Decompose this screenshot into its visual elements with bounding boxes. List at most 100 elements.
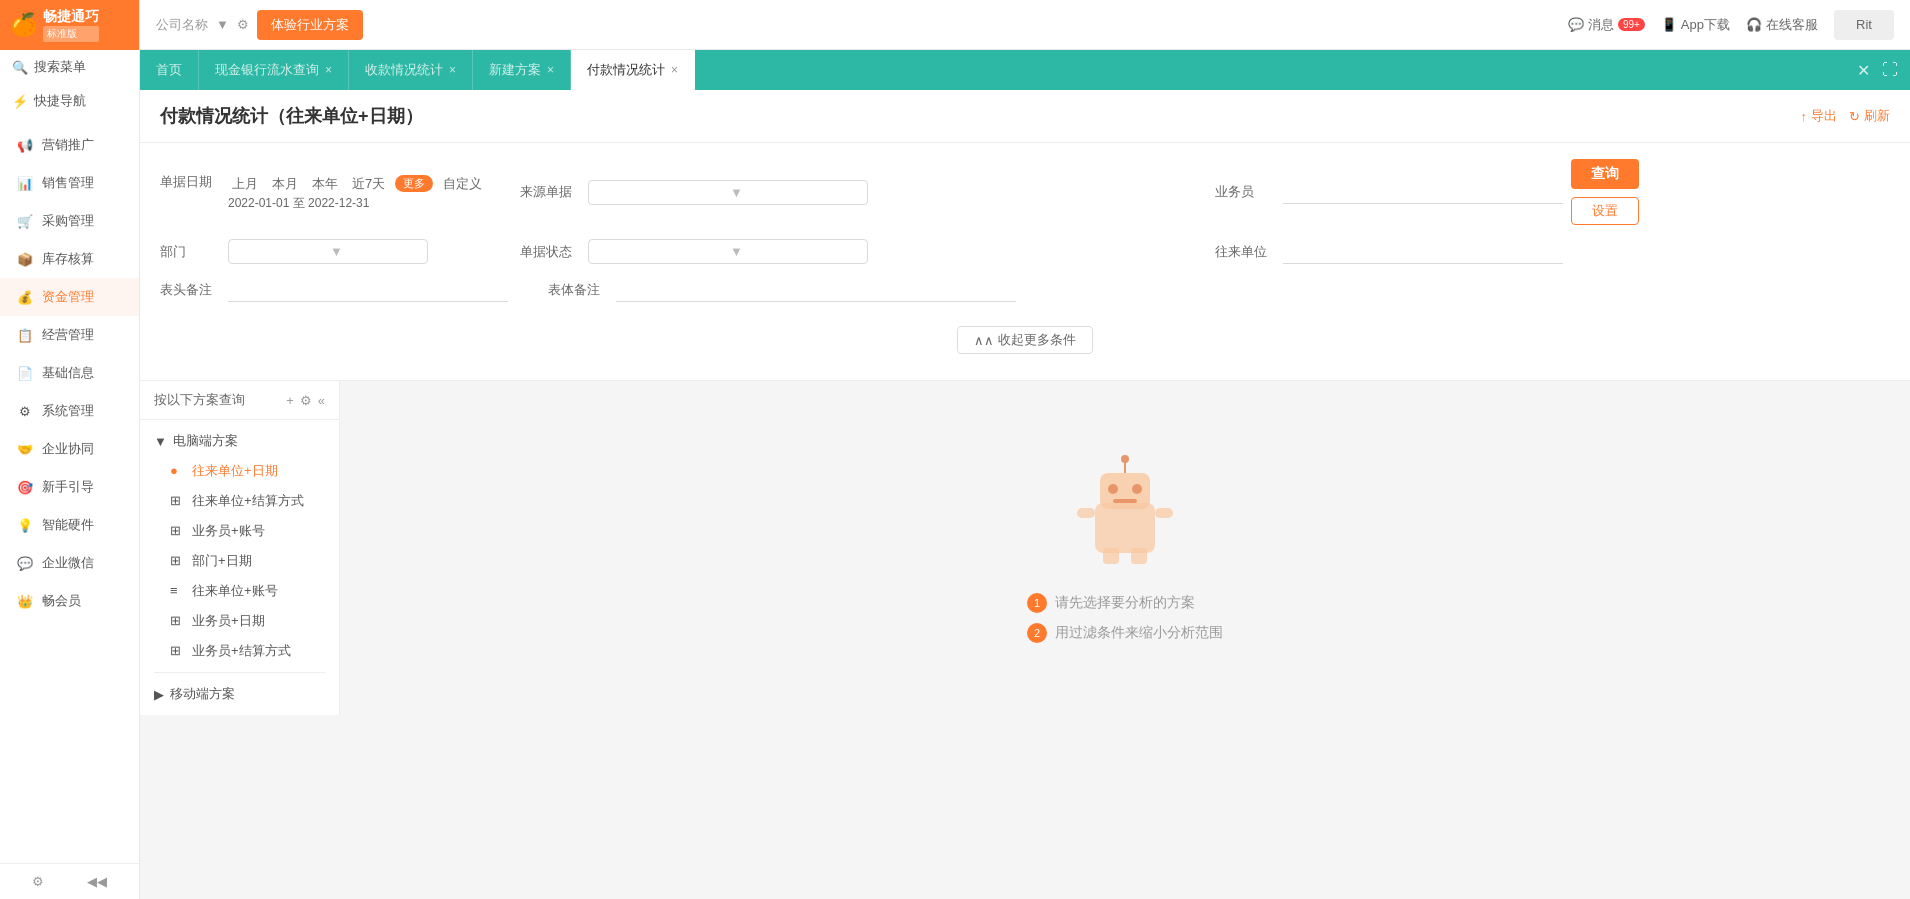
tab-receipt-close[interactable]: × xyxy=(449,63,456,77)
collapse-sidebar-icon[interactable]: ◀◀ xyxy=(87,874,107,889)
svg-point-3 xyxy=(1132,484,1142,494)
svg-rect-7 xyxy=(1103,548,1119,564)
app-download-label: App下载 xyxy=(1681,16,1730,34)
online-service-btn[interactable]: 🎧 在线客服 xyxy=(1746,16,1818,34)
sidebar-footer: ⚙ ◀◀ xyxy=(0,863,139,899)
app-download-btn[interactable]: 📱 App下载 xyxy=(1661,16,1730,34)
tab-payment-stats[interactable]: 付款情况统计 × xyxy=(571,50,695,90)
search-icon: 🔍 xyxy=(12,60,28,75)
sidebar-item-system[interactable]: ⚙ 系统管理 xyxy=(0,392,139,430)
sidebar-item-operations[interactable]: 📋 经营管理 xyxy=(0,316,139,354)
source-dropdown-icon: ▼ xyxy=(730,185,857,200)
panel-collapse-icon[interactable]: « xyxy=(318,393,325,408)
scheme-partner-settle[interactable]: ⊞ 往来单位+结算方式 xyxy=(140,486,339,516)
message-btn[interactable]: 💬 消息 99+ xyxy=(1568,16,1645,34)
sidebar-item-smart-hw[interactable]: 💡 智能硬件 xyxy=(0,506,139,544)
header-note-label: 表头备注 xyxy=(160,281,220,299)
filter-area: 单据日期 上月 本月 本年 近7天 更多 自定义 2022-01-01 至 20… xyxy=(140,143,1910,381)
collapse-label: 收起更多条件 xyxy=(998,331,1076,349)
scheme-salesperson-settle[interactable]: ⊞ 业务员+结算方式 xyxy=(140,636,339,666)
shortcut-icon: ⚡ xyxy=(12,94,28,109)
date-this-year[interactable]: 本年 xyxy=(308,173,342,195)
dropdown-icon[interactable]: ▼ xyxy=(216,17,229,32)
tab-maximize-icon[interactable]: ⛶ xyxy=(1878,57,1902,83)
sidebar-item-guide[interactable]: 🎯 新手引导 xyxy=(0,468,139,506)
date-custom[interactable]: 自定义 xyxy=(439,173,486,195)
salesperson-label: 业务员 xyxy=(1215,183,1275,201)
tab-close-all-icon[interactable]: ✕ xyxy=(1853,57,1874,84)
tab-new-scheme-close[interactable]: × xyxy=(547,63,554,77)
add-scheme-icon[interactable]: + xyxy=(286,393,294,408)
sidebar-item-inventory[interactable]: 📦 库存核算 xyxy=(0,240,139,278)
system-icon: ⚙ xyxy=(16,402,34,420)
query-btn[interactable]: 查询 xyxy=(1571,159,1639,189)
export-label: 导出 xyxy=(1811,107,1837,125)
avatar-text: Rit xyxy=(1856,17,1872,32)
basic-info-label: 基础信息 xyxy=(42,364,94,382)
dept-select[interactable]: ▼ xyxy=(228,239,428,264)
tip-2-text: 用过滤条件来缩小分析范围 xyxy=(1055,624,1223,642)
desktop-group-header[interactable]: ▼ 电脑端方案 xyxy=(140,426,339,456)
settings-footer-icon[interactable]: ⚙ xyxy=(32,874,44,889)
date-more[interactable]: 更多 xyxy=(395,175,433,192)
industry-btn[interactable]: 体验行业方案 xyxy=(257,10,363,40)
sidebar-item-purchase[interactable]: 🛒 采购管理 xyxy=(0,202,139,240)
date-range[interactable]: 2022-01-01 至 2022-12-31 xyxy=(228,195,486,212)
page-header: 付款情况统计（往来单位+日期） ↑ 导出 ↻ 刷新 xyxy=(140,90,1910,143)
sidebar-search[interactable]: 🔍 搜索菜单 xyxy=(0,50,139,84)
header-note-input[interactable] xyxy=(228,278,508,302)
tab-receipt-stats[interactable]: 收款情况统计 × xyxy=(349,50,473,90)
date-last-month[interactable]: 上月 xyxy=(228,173,262,195)
svg-point-10 xyxy=(1121,455,1129,463)
filter-row-1: 单据日期 上月 本月 本年 近7天 更多 自定义 2022-01-01 至 20… xyxy=(160,159,1890,225)
partner-input[interactable] xyxy=(1283,240,1563,264)
content-area: 按以下方案查询 + ⚙ « ▼ 电脑端方案 ● xyxy=(140,381,1910,715)
scheme-dept-date[interactable]: ⊞ 部门+日期 xyxy=(140,546,339,576)
tab-home[interactable]: 首页 xyxy=(140,50,199,90)
salesperson-input[interactable] xyxy=(1283,180,1563,204)
collapse-btn[interactable]: ∧∧ 收起更多条件 xyxy=(957,326,1093,354)
main-area: 公司名称 ▼ ⚙ 体验行业方案 💬 消息 99+ 📱 App下载 🎧 在线客服 xyxy=(140,0,1910,899)
empty-state: 1 请先选择要分析的方案 2 用过滤条件来缩小分析范围 xyxy=(340,381,1910,715)
scheme-salesperson-date[interactable]: ⊞ 业务员+日期 xyxy=(140,606,339,636)
sidebar-item-basic-info[interactable]: 📄 基础信息 xyxy=(0,354,139,392)
user-avatar[interactable]: Rit xyxy=(1834,10,1894,40)
sidebar-item-sales[interactable]: 📊 销售管理 xyxy=(0,164,139,202)
sidebar-item-marketing[interactable]: 📢 营销推广 xyxy=(0,126,139,164)
sidebar-item-wechat[interactable]: 💬 企业微信 xyxy=(0,544,139,582)
sidebar-item-member[interactable]: 👑 畅会员 xyxy=(0,582,139,620)
doc-status-select[interactable]: ▼ xyxy=(588,239,868,264)
scheme-grid-icon-1: ⊞ xyxy=(170,493,186,509)
export-btn[interactable]: ↑ 导出 xyxy=(1801,107,1838,125)
body-note-input[interactable] xyxy=(616,278,1016,302)
panel-title: 按以下方案查询 xyxy=(154,391,245,409)
tab-payment-close[interactable]: × xyxy=(671,63,678,77)
scheme-partner-date[interactable]: ● 往来单位+日期 xyxy=(140,456,339,486)
sidebar-item-finance[interactable]: 💰 资金管理 xyxy=(0,278,139,316)
tab-bank-flow[interactable]: 现金银行流水查询 × xyxy=(199,50,349,90)
source-select[interactable]: ▼ xyxy=(588,180,868,205)
online-service-label: 在线客服 xyxy=(1766,16,1818,34)
tab-new-scheme[interactable]: 新建方案 × xyxy=(473,50,571,90)
scheme-partner-account-label: 往来单位+账号 xyxy=(192,582,278,600)
refresh-btn[interactable]: ↻ 刷新 xyxy=(1849,107,1890,125)
message-badge: 99+ xyxy=(1618,18,1645,31)
scheme-grid-icon-5: ⊞ xyxy=(170,643,186,659)
member-icon: 👑 xyxy=(16,592,34,610)
wechat-icon: 💬 xyxy=(16,554,34,572)
date-last-7[interactable]: 近7天 xyxy=(348,173,389,195)
guide-icon: 🎯 xyxy=(16,478,34,496)
settings-icon[interactable]: ⚙ xyxy=(237,17,249,32)
settings-btn[interactable]: 设置 xyxy=(1571,197,1639,225)
mobile-group-header[interactable]: ▶ 移动端方案 xyxy=(140,679,339,709)
date-this-month[interactable]: 本月 xyxy=(268,173,302,195)
empty-illustration xyxy=(1065,453,1185,573)
sidebar-item-enterprise[interactable]: 🤝 企业协同 xyxy=(0,430,139,468)
operations-label: 经营管理 xyxy=(42,326,94,344)
scheme-partner-account[interactable]: ≡ 往来单位+账号 xyxy=(140,576,339,606)
partner-label: 往来单位 xyxy=(1215,243,1275,261)
panel-settings-icon[interactable]: ⚙ xyxy=(300,393,312,408)
sidebar-item-shortcut[interactable]: ⚡ 快捷导航 xyxy=(0,84,139,118)
tab-bank-flow-close[interactable]: × xyxy=(325,63,332,77)
scheme-salesperson-account[interactable]: ⊞ 业务员+账号 xyxy=(140,516,339,546)
